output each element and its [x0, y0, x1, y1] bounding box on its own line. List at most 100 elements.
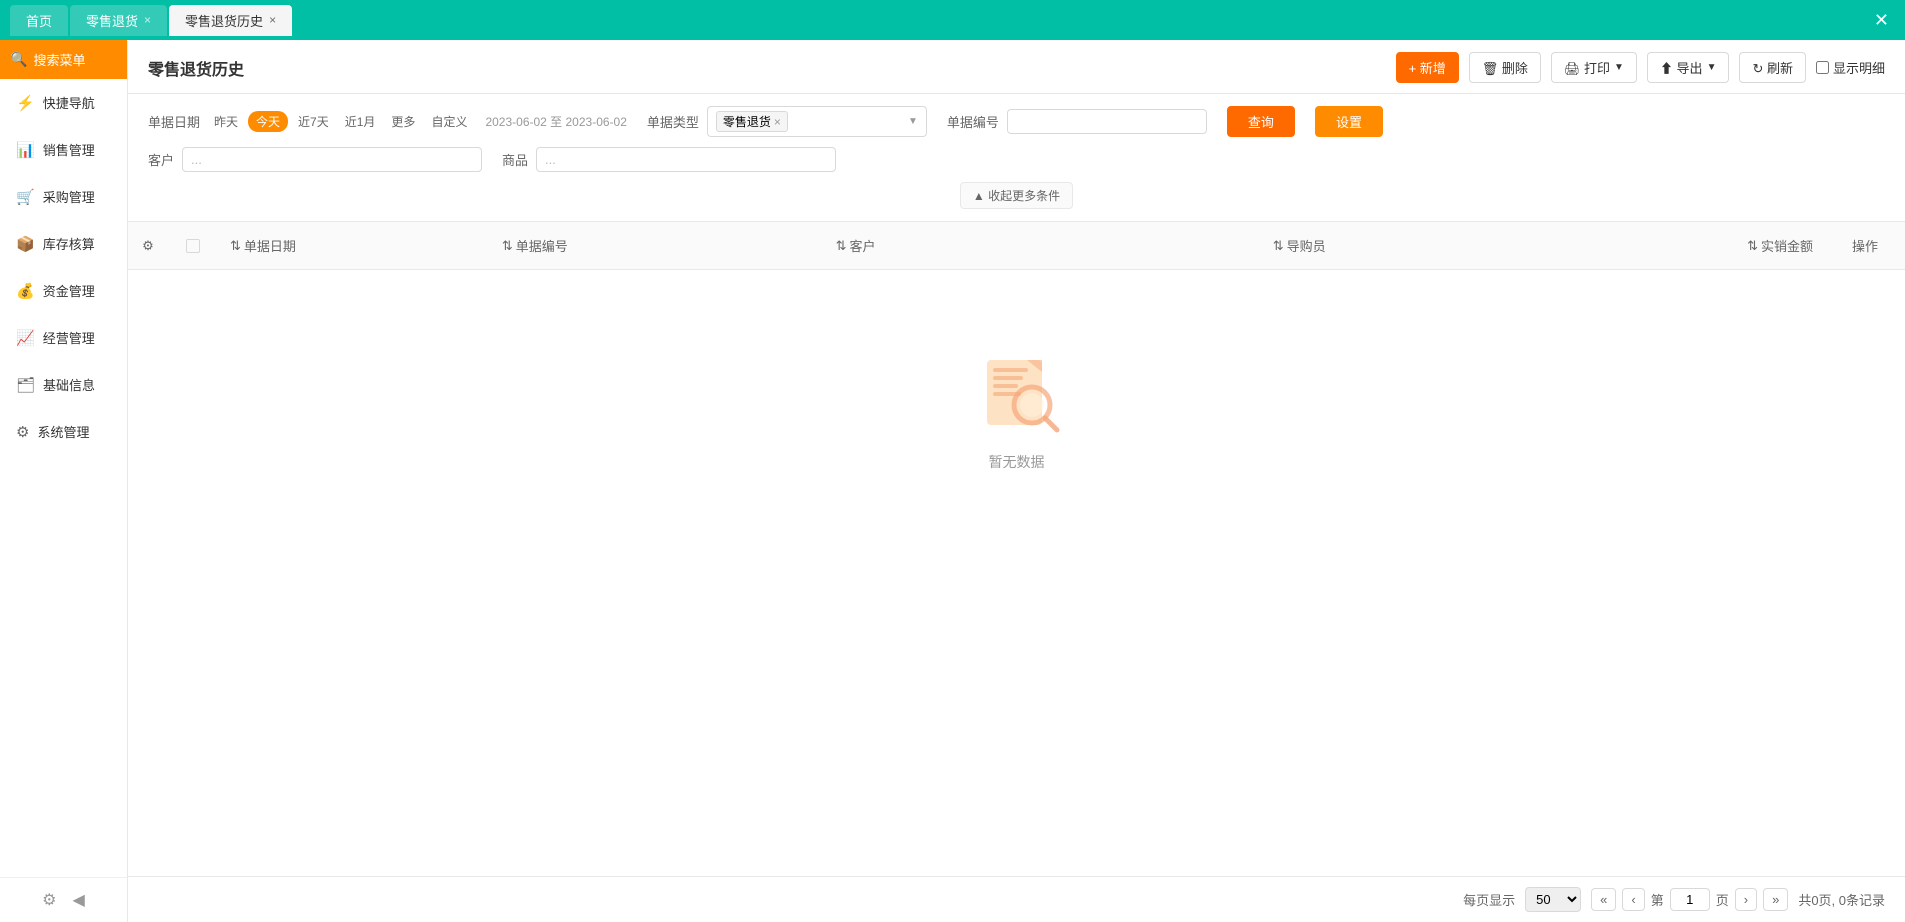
type-filter: 单据类型 零售退货 × ▼ — [647, 106, 927, 137]
type-tag-label: 零售退货 — [723, 113, 771, 130]
sidebar-item-sales[interactable]: 📊 销售管理 — [0, 126, 127, 173]
delete-button[interactable]: 🗑 删除 — [1469, 52, 1541, 83]
page-of-label: 页 — [1716, 890, 1729, 909]
tab-retail-return-history[interactable]: 零售退货历史 × — [169, 5, 292, 36]
table-header: ⚙ ⇅ 单据日期 ⇅ 单据编号 ⇅ 客户 — [128, 222, 1905, 270]
sidebar-search[interactable]: 🔍 搜索菜单 — [0, 40, 127, 79]
date-range-display: 2023-06-02 至 2023-06-02 — [485, 113, 626, 130]
window-close-button[interactable]: ✕ — [1868, 10, 1895, 31]
top-bar-right: ✕ — [1868, 10, 1895, 31]
toolbar: + 新增 🗑 删除 🖨 打印 ▼ ⬆ 导出 ▼ ↻ 刷新 — [1396, 52, 1885, 83]
collapse-sidebar-btn[interactable]: ◀ — [73, 890, 85, 910]
date-opt-7days[interactable]: 近7天 — [292, 111, 335, 132]
sidebar-item-basic-label: 基础信息 — [43, 375, 95, 394]
type-tag-close[interactable]: × — [774, 115, 781, 129]
finance-icon: 💰 — [16, 282, 35, 300]
export-button[interactable]: ⬆ 导出 ▼ — [1647, 52, 1730, 83]
sidebar-item-inventory-label: 库存核算 — [43, 234, 95, 253]
date-opt-1month[interactable]: 近1月 — [339, 111, 382, 132]
collapse-area: ▲ 收起更多条件 — [148, 182, 1885, 209]
sidebar-item-management[interactable]: 📈 经营管理 — [0, 314, 127, 361]
display-toggle-checkbox[interactable] — [1816, 61, 1829, 74]
print-button[interactable]: 🖨 打印 ▼ — [1551, 52, 1637, 83]
th-date[interactable]: ⇅ 单据日期 — [218, 230, 490, 261]
table-area: ⚙ ⇅ 单据日期 ⇅ 单据编号 ⇅ 客户 — [128, 222, 1905, 876]
sidebar-bottom: ⚙ ◀ — [0, 877, 127, 922]
collapse-button[interactable]: ▲ 收起更多条件 — [960, 182, 1073, 209]
header-checkbox[interactable] — [186, 239, 200, 253]
filter-area: 单据日期 昨天 今天 近7天 近1月 更多 自定义 2023-06-02 至 2… — [128, 94, 1905, 222]
th-number[interactable]: ⇅ 单据编号 — [490, 230, 824, 261]
tab-retail-return-history-close[interactable]: × — [269, 13, 276, 27]
th-date-label: ⇅ — [230, 238, 241, 254]
page-title-row: 零售退货历史 + 新增 🗑 删除 🖨 打印 ▼ ⬆ 导出 ▼ ↻ 刷新 — [148, 52, 1885, 83]
page-label: 第 — [1651, 890, 1664, 909]
display-toggle-label: 显示明细 — [1833, 58, 1885, 77]
quicknav-icon: ⚡ — [16, 94, 35, 112]
empty-illustration — [967, 350, 1067, 440]
management-icon: 📈 — [16, 329, 35, 347]
collapse-label: ▲ 收起更多条件 — [973, 187, 1060, 204]
page-nav: « ‹ 第 页 › » — [1591, 888, 1788, 911]
sidebar-item-system[interactable]: ⚙ 系统管理 — [0, 408, 127, 455]
query-button[interactable]: 查询 — [1227, 106, 1295, 137]
sidebar: 🔍 搜索菜单 ⚡ 快捷导航 📊 销售管理 🛒 采购管理 📦 库存核算 💰 — [0, 40, 128, 922]
customer-input[interactable]: ... — [182, 147, 482, 172]
page-size-label: 每页显示 — [1463, 890, 1515, 909]
sidebar-item-purchase[interactable]: 🛒 采购管理 — [0, 173, 127, 220]
customer-placeholder: ... — [191, 152, 202, 167]
customer-filter-label: 客户 — [148, 150, 174, 169]
sales-icon: 📊 — [16, 141, 35, 159]
date-opt-more[interactable]: 更多 — [385, 111, 421, 132]
sidebar-item-quicknav-label: 快捷导航 — [43, 93, 95, 112]
system-icon: ⚙ — [16, 423, 29, 441]
date-opt-custom[interactable]: 自定义 — [425, 111, 473, 132]
tab-retail-return-close[interactable]: × — [144, 13, 151, 27]
top-bar: 首页 零售退货 × 零售退货历史 × ✕ — [0, 0, 1905, 40]
date-opt-today[interactable]: 今天 — [248, 111, 288, 132]
page-size-select[interactable]: 50 20 100 — [1525, 887, 1581, 912]
sidebar-item-system-label: 系统管理 — [37, 422, 89, 441]
type-filter-label: 单据类型 — [647, 112, 699, 131]
type-select[interactable]: 零售退货 × ▼ — [707, 106, 927, 137]
export-label: ⬆ 导出 — [1660, 58, 1703, 77]
app-wrapper: 首页 零售退货 × 零售退货历史 × ✕ 🔍 搜索菜单 ⚡ 快捷导航 — [0, 0, 1905, 922]
th-amount[interactable]: ⇅ 实销金额 — [1594, 230, 1825, 261]
refresh-button[interactable]: ↻ 刷新 — [1739, 52, 1806, 83]
page-last-btn[interactable]: » — [1763, 888, 1788, 911]
th-checkbox[interactable] — [168, 233, 218, 259]
page-first-btn[interactable]: « — [1591, 888, 1616, 911]
export-dropdown-icon: ▼ — [1707, 62, 1717, 73]
basic-icon: 🗂 — [16, 376, 35, 394]
date-options: 昨天 今天 近7天 近1月 更多 自定义 — [208, 111, 473, 132]
sidebar-item-basic[interactable]: 🗂 基础信息 — [0, 361, 127, 408]
tab-home[interactable]: 首页 — [10, 5, 68, 36]
tab-list: 首页 零售退货 × 零售退货历史 × — [10, 5, 1868, 36]
page-next-btn[interactable]: › — [1735, 888, 1757, 911]
add-button[interactable]: + 新增 — [1396, 52, 1459, 83]
display-toggle[interactable]: 显示明细 — [1816, 58, 1885, 77]
settings-icon-btn[interactable]: ⚙ — [42, 890, 56, 910]
date-opt-yesterday[interactable]: 昨天 — [208, 111, 244, 132]
th-settings[interactable]: ⚙ — [128, 232, 168, 260]
th-guide[interactable]: ⇅ 导购员 — [1261, 230, 1595, 261]
setting-button[interactable]: 设置 — [1315, 106, 1383, 137]
type-select-arrow: ▼ — [908, 116, 918, 127]
tab-retail-return[interactable]: 零售退货 × — [70, 5, 167, 36]
sidebar-item-quicknav[interactable]: ⚡ 快捷导航 — [0, 79, 127, 126]
voucher-input[interactable] — [1007, 109, 1207, 134]
th-customer-sort: ⇅ — [836, 238, 847, 254]
date-filter-label: 单据日期 — [148, 112, 200, 131]
th-guide-text: 导购员 — [1287, 236, 1326, 255]
sidebar-item-finance[interactable]: 💰 资金管理 — [0, 267, 127, 314]
page-prev-btn[interactable]: ‹ — [1622, 888, 1644, 911]
inventory-icon: 📦 — [16, 235, 35, 253]
sidebar-item-inventory[interactable]: 📦 库存核算 — [0, 220, 127, 267]
filter-row-1: 单据日期 昨天 今天 近7天 近1月 更多 自定义 2023-06-02 至 2… — [148, 106, 1885, 137]
product-input[interactable]: ... — [536, 147, 836, 172]
page-input[interactable] — [1670, 888, 1710, 911]
th-customer[interactable]: ⇅ 客户 — [824, 230, 1261, 261]
tab-retail-return-history-label: 零售退货历史 — [185, 11, 263, 30]
page-header: 零售退货历史 + 新增 🗑 删除 🖨 打印 ▼ ⬆ 导出 ▼ ↻ 刷新 — [128, 40, 1905, 94]
sidebar-item-purchase-label: 采购管理 — [43, 187, 95, 206]
